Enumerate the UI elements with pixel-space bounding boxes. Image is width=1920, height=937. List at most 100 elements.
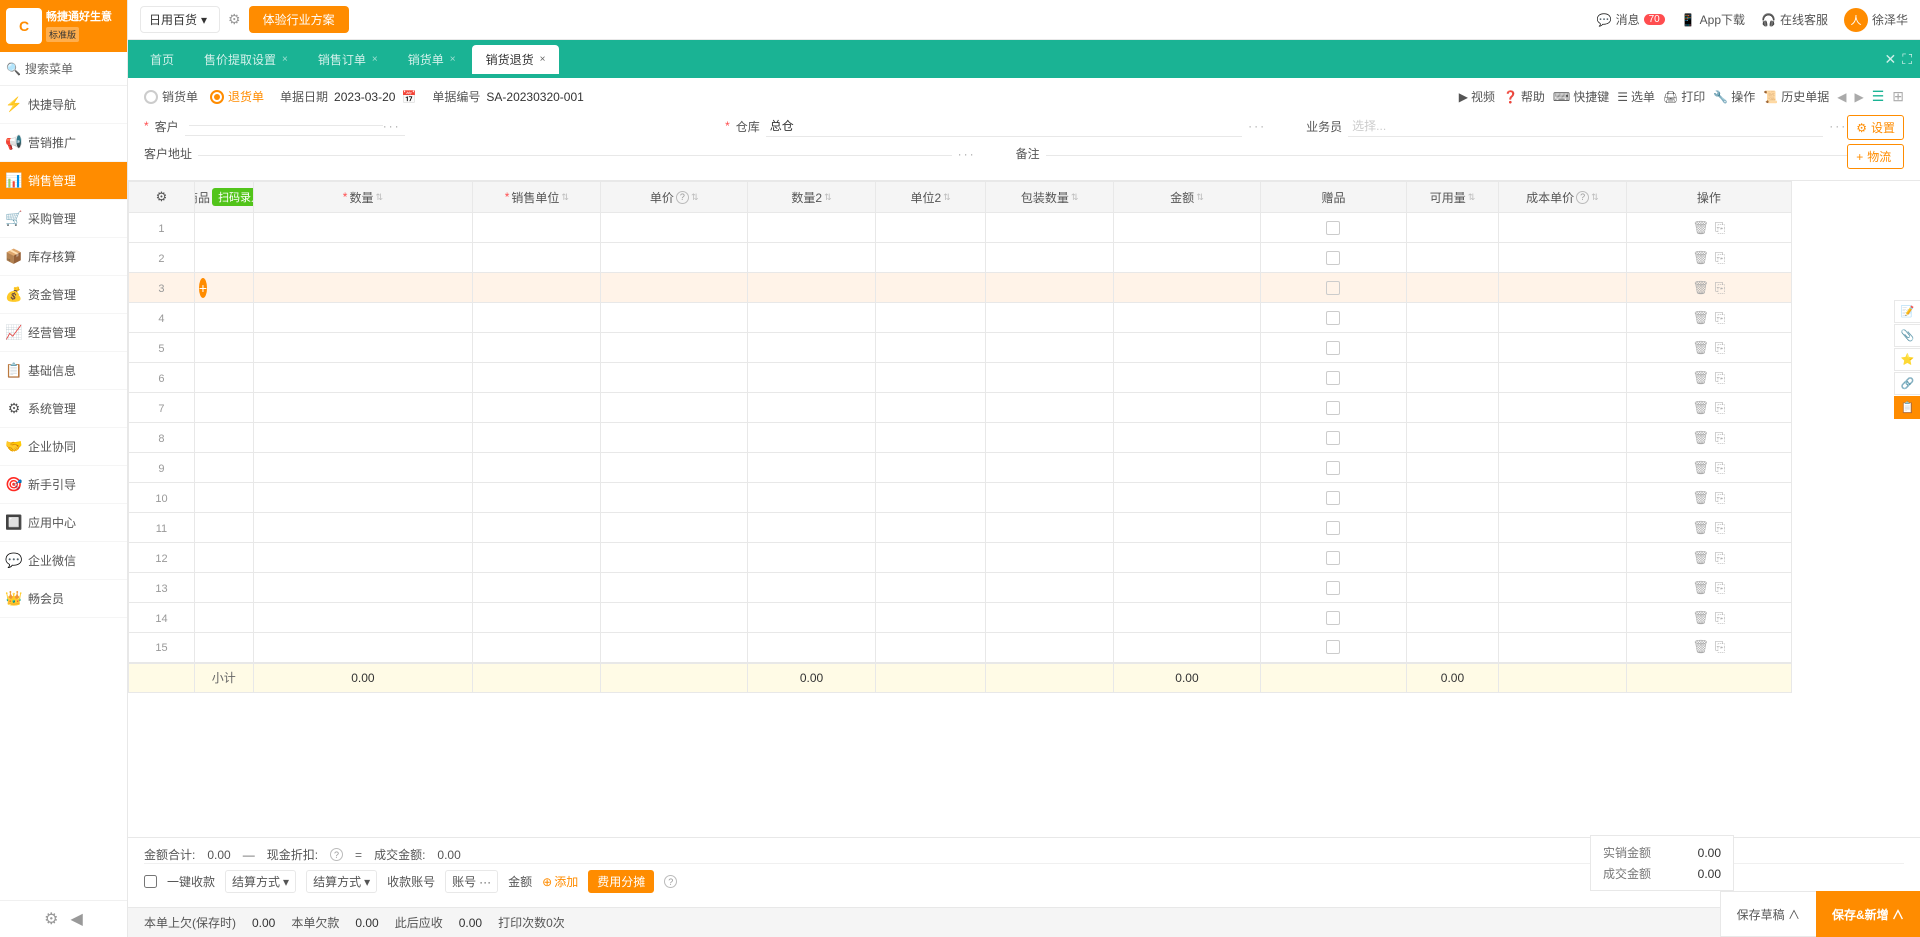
qty2-sort-icon[interactable]: ⇅ [824,192,832,203]
row-unit-cell[interactable] [473,423,601,453]
row-product-cell[interactable] [194,573,253,603]
delete-row-icon[interactable]: 🗑 [1692,340,1709,356]
logistics-side-btn[interactable]: + 物流 [1847,144,1904,169]
row-unit2-cell[interactable] [876,603,986,633]
row-pkg-cell[interactable] [986,243,1114,273]
row-product-cell[interactable] [194,633,253,663]
row-unit2-cell[interactable] [876,453,986,483]
delete-row-icon[interactable]: 🗑 [1692,310,1709,326]
gift-checkbox[interactable] [1326,521,1340,535]
row-unit2-cell[interactable] [876,363,986,393]
row-unit-cell[interactable] [473,273,601,303]
save-draft-btn[interactable]: 保存草稿 ∧ [1720,891,1816,937]
copy-row-icon[interactable]: ⎘ [1715,400,1725,416]
radio-sale[interactable]: 销货单 [144,88,198,105]
row-qty-cell[interactable] [253,573,473,603]
row-unit2-cell[interactable] [876,393,986,423]
row-qty-cell[interactable] [253,543,473,573]
date-value[interactable]: 2023-03-20 [334,90,395,104]
amount-sort-icon[interactable]: ⇅ [1196,192,1204,203]
user-item[interactable]: 人 徐泽华 [1844,8,1908,32]
row-price-cell[interactable] [601,333,748,363]
row-unit-cell[interactable] [473,513,601,543]
row-amount-cell[interactable] [1114,453,1261,483]
row-cost-cell[interactable] [1498,633,1626,663]
row-price-cell[interactable] [601,573,748,603]
tab-sales-order[interactable]: 销售订单 × [304,45,392,74]
gift-checkbox[interactable] [1326,401,1340,415]
close-window-icon[interactable]: ✕ [1884,51,1896,68]
sidebar-item-newuser[interactable]: 🎯 新手引导 [0,466,127,504]
remark-input[interactable] [1046,151,1848,156]
sidebar-item-purchase[interactable]: 🛒 采购管理 [0,200,127,238]
row-cost-cell[interactable] [1498,303,1626,333]
row-unit-cell[interactable] [473,393,601,423]
row-pkg-cell[interactable] [986,513,1114,543]
copy-row-icon[interactable]: ⎘ [1715,460,1725,476]
row-price-cell[interactable] [601,483,748,513]
row-cost-cell[interactable] [1498,483,1626,513]
row-amount-cell[interactable] [1114,213,1261,243]
row-qty2-cell[interactable] [747,333,875,363]
copy-row-icon[interactable]: ⎘ [1715,280,1725,296]
right-float-note1[interactable]: 📝 [1894,300,1920,323]
right-float-note3[interactable]: ⭐ [1894,348,1920,371]
row-avail-cell[interactable] [1407,513,1499,543]
sidebar-search[interactable]: 🔍 搜索菜单 [0,52,127,86]
radio-return[interactable]: 退货单 [210,88,264,105]
row-product-cell[interactable] [194,243,253,273]
sidebar-item-appcenter[interactable]: 🔲 应用中心 [0,504,127,542]
row-amount-cell[interactable] [1114,333,1261,363]
maximize-icon[interactable]: ⛶ [1902,51,1912,68]
row-unit2-cell[interactable] [876,633,986,663]
tab-sales-delivery[interactable]: 销货单 × [394,45,470,74]
industry-selector[interactable]: 日用百货 ▾ [140,6,220,33]
unit-sort-icon[interactable]: ⇅ [561,192,569,203]
cost-info-icon[interactable]: ? [1576,191,1589,204]
row-product-cell[interactable] [194,603,253,633]
account-select[interactable]: 账号 ··· [445,870,498,893]
row-price-cell[interactable] [601,453,748,483]
settings-bottom-icon[interactable]: ⚙ [44,909,58,929]
fee-info-icon[interactable]: ? [664,875,677,888]
gift-checkbox[interactable] [1326,431,1340,445]
row-product-cell[interactable] [194,333,253,363]
row-qty-cell[interactable] [253,423,473,453]
delete-row-icon[interactable]: 🗑 [1692,550,1709,566]
sidebar-item-wechat[interactable]: 💬 企业微信 [0,542,127,580]
grid-view-icon[interactable]: ⊞ [1892,88,1904,105]
row-avail-cell[interactable] [1407,213,1499,243]
row-avail-cell[interactable] [1407,453,1499,483]
row-avail-cell[interactable] [1407,633,1499,663]
row-unit2-cell[interactable] [876,333,986,363]
row-qty2-cell[interactable] [747,363,875,393]
delete-row-icon[interactable]: 🗑 [1692,639,1709,655]
row-unit-cell[interactable] [473,333,601,363]
calculation-select[interactable]: 结算方式 ▾ [306,870,377,893]
row-cost-cell[interactable] [1498,603,1626,633]
row-qty-cell[interactable] [253,453,473,483]
gift-checkbox[interactable] [1326,581,1340,595]
row-cost-cell[interactable] [1498,543,1626,573]
row-unit2-cell[interactable] [876,273,986,303]
copy-row-icon[interactable]: ⎘ [1715,550,1725,566]
gear-header-icon[interactable]: ⚙ [156,189,168,204]
row-cost-cell[interactable] [1498,243,1626,273]
address-input[interactable] [198,151,952,156]
cost-sort-icon[interactable]: ⇅ [1591,192,1599,203]
copy-row-icon[interactable]: ⎘ [1715,639,1725,655]
row-pkg-cell[interactable] [986,393,1114,423]
sidebar-item-operations[interactable]: 📈 经营管理 [0,314,127,352]
row-amount-cell[interactable] [1114,483,1261,513]
history-btn[interactable]: 📜 历史单据 [1763,88,1829,105]
row-product-cell[interactable] [194,513,253,543]
sidebar-item-inventory[interactable]: 📦 库存核算 [0,238,127,276]
row-amount-cell[interactable] [1114,513,1261,543]
tab-sales-delivery-close[interactable]: × [450,54,456,65]
row-product-cell[interactable] [194,393,253,423]
copy-row-icon[interactable]: ⎘ [1715,220,1725,236]
sidebar-item-quicknav[interactable]: ⚡ 快捷导航 [0,86,127,124]
help-btn[interactable]: ❓ 帮助 [1503,88,1545,105]
unit2-sort-icon[interactable]: ⇅ [943,192,951,203]
salesperson-input[interactable]: 选择... [1348,115,1823,137]
